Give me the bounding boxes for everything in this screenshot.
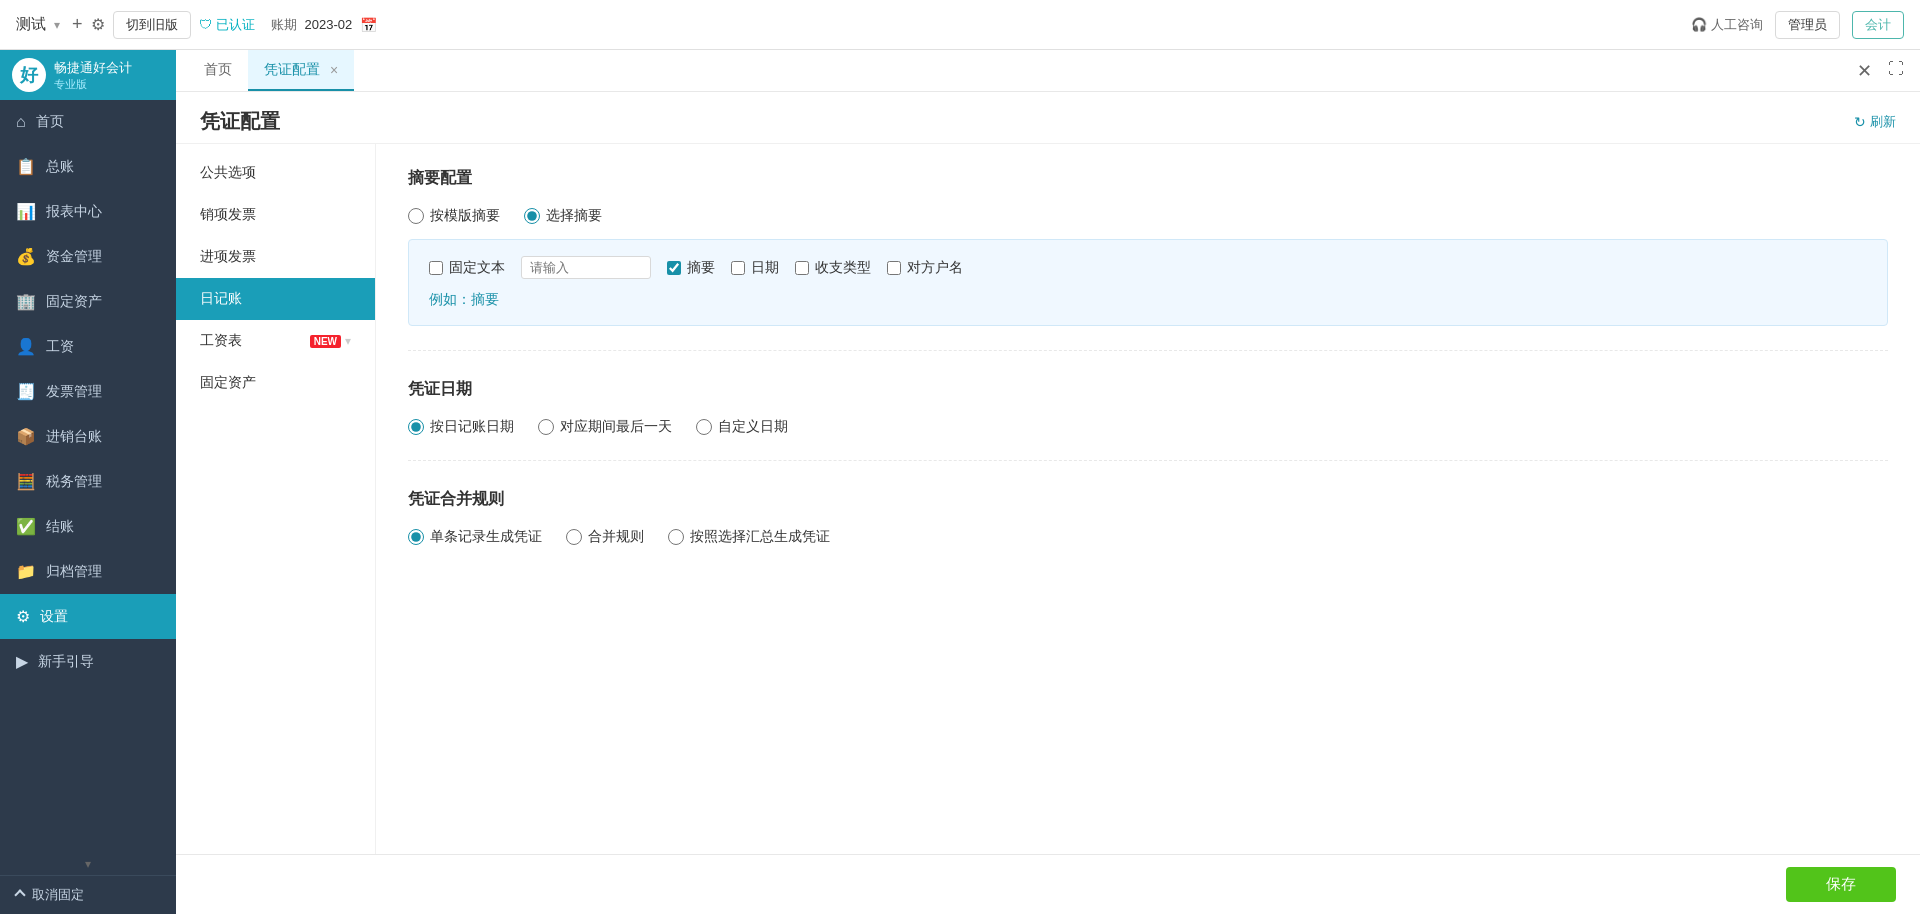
left-nav-sales-invoice[interactable]: 销项发票 [176,194,375,236]
sidebar-label: 设置 [40,608,68,626]
assets-icon: 🏢 [16,292,36,311]
consult-btn[interactable]: 🎧 人工咨询 [1691,16,1763,34]
add-icon[interactable]: + [72,14,83,35]
expand-icon[interactable]: ⛶ [1884,56,1908,86]
radio-template-summary[interactable]: 按模版摘要 [408,207,500,225]
save-button[interactable]: 保存 [1786,867,1896,902]
sidebar-item-assets[interactable]: 🏢 固定资产 [0,279,176,324]
certified-badge: 🛡 已认证 [199,16,255,34]
refresh-btn[interactable]: ↻ 刷新 [1854,113,1896,131]
summary-title: 摘要配置 [408,168,1888,189]
cancel-fixed-btn[interactable]: 取消固定 [0,875,176,914]
checkbox-fixed-text[interactable]: 固定文本 [429,259,505,277]
sidebar-item-settle[interactable]: ✅ 结账 [0,504,176,549]
tax-icon: 🧮 [16,472,36,491]
sidebar-label: 报表中心 [46,203,102,221]
radio-merge-rule[interactable]: 合并规则 [566,528,644,546]
tab-close-icon[interactable]: × [330,62,338,78]
sidebar-label: 税务管理 [46,473,102,491]
sidebar-label: 固定资产 [46,293,102,311]
sidebar-label: 结账 [46,518,74,536]
new-badge: NEW [310,335,341,348]
example-text: 例如：摘要 [429,291,1867,309]
radio-journal-date[interactable]: 按日记账日期 [408,418,514,436]
sidebar-item-tax[interactable]: 🧮 税务管理 [0,459,176,504]
invoice-icon: 🧾 [16,382,36,401]
sidebar-item-capital[interactable]: 💰 资金管理 [0,234,176,279]
capital-icon: 💰 [16,247,36,266]
tab-bar: 首页 凭证配置 × ✕ ⛶ [176,50,1920,92]
dropdown-icon[interactable]: ▾ [54,18,60,32]
sidebar-label: 总账 [46,158,74,176]
left-nav: 公共选项 销项发票 进项发票 日记账 工资表 NEW ▾ [176,144,376,854]
checkbox-counterpart[interactable]: 对方户名 [887,259,963,277]
radio-custom-date[interactable]: 自定义日期 [696,418,788,436]
page-header: 凭证配置 ↻ 刷新 [176,92,1920,144]
sidebar-item-archive[interactable]: 📁 归档管理 [0,549,176,594]
radio-period-last-day[interactable]: 对应期间最后一天 [538,418,672,436]
cancel-fixed-label: 取消固定 [32,886,84,904]
fixed-text-input[interactable] [521,256,651,279]
ledger-icon: 📋 [16,157,36,176]
switch-old-btn[interactable]: 切到旧版 [113,11,191,39]
sidebar-item-reports[interactable]: 📊 报表中心 [0,189,176,234]
left-nav-payroll[interactable]: 工资表 NEW ▾ [176,320,375,362]
tab-home[interactable]: 首页 [188,50,248,91]
settle-icon: ✅ [16,517,36,536]
sidebar-label: 资金管理 [46,248,102,266]
config-area: 摘要配置 按模版摘要 选择摘要 [376,144,1920,854]
sidebar-label: 进销台账 [46,428,102,446]
period-label: 账期 [271,16,297,34]
left-nav-fixed-assets[interactable]: 固定资产 [176,362,375,404]
checkbox-date[interactable]: 日期 [731,259,779,277]
page-footer: 保存 [176,854,1920,914]
sidebar-item-invoice[interactable]: 🧾 发票管理 [0,369,176,414]
calendar-icon[interactable]: 📅 [360,17,377,33]
checkbox-summary[interactable]: 摘要 [667,259,715,277]
logo-text: 畅捷通好会计 [54,59,132,77]
refresh-icon: ↻ [1854,114,1866,130]
sidebar-logo: 好 畅捷通好会计 专业版 [0,50,176,100]
archive-icon: 📁 [16,562,36,581]
radio-single-record[interactable]: 单条记录生成凭证 [408,528,542,546]
left-nav-public[interactable]: 公共选项 [176,152,375,194]
left-nav-purchase-invoice[interactable]: 进项发票 [176,236,375,278]
merge-title: 凭证合并规则 [408,489,1888,510]
period-value[interactable]: 2023-02 [305,17,353,32]
checkbox-income-type[interactable]: 收支类型 [795,259,871,277]
sidebar-item-ledger[interactable]: 📋 总账 [0,144,176,189]
settings-sidebar-icon: ⚙ [16,607,30,626]
left-nav-journal[interactable]: 日记账 [176,278,375,320]
page-title: 凭证配置 [200,108,280,135]
guide-icon: ▶ [16,652,28,671]
accountant-btn[interactable]: 会计 [1852,11,1904,39]
sidebar-label: 首页 [36,113,64,131]
merge-section: 凭证合并规则 单条记录生成凭证 合并规则 按照选择汇总生成凭证 [408,489,1888,570]
company-name: 测试 [16,15,46,34]
sidebar-item-salary[interactable]: 👤 工资 [0,324,176,369]
sidebar-label: 归档管理 [46,563,102,581]
salary-icon: 👤 [16,337,36,356]
admin-btn[interactable]: 管理员 [1775,11,1840,39]
home-icon: ⌂ [16,113,26,131]
summary-section: 摘要配置 按模版摘要 选择摘要 [408,168,1888,351]
date-title: 凭证日期 [408,379,1888,400]
logo-sub: 专业版 [54,77,132,92]
sidebar-item-sales[interactable]: 📦 进销台账 [0,414,176,459]
sidebar-item-home[interactable]: ⌂ 首页 [0,100,176,144]
sidebar-item-settings[interactable]: ⚙ 设置 [0,594,176,639]
sales-icon: 📦 [16,427,36,446]
radio-select-summary-merge[interactable]: 按照选择汇总生成凭证 [668,528,830,546]
summary-config-box: 固定文本 摘要 日期 [408,239,1888,326]
reports-icon: 📊 [16,202,36,221]
radio-select-summary[interactable]: 选择摘要 [524,207,602,225]
sidebar-label: 新手引导 [38,653,94,671]
settings-icon[interactable]: ⚙ [91,15,105,34]
sidebar-item-guide[interactable]: ▶ 新手引导 [0,639,176,684]
date-section: 凭证日期 按日记账日期 对应期间最后一天 自定义日期 [408,379,1888,461]
close-window-icon[interactable]: ✕ [1853,56,1876,86]
sidebar-label: 工资 [46,338,74,356]
tab-voucher-config[interactable]: 凭证配置 × [248,50,354,91]
sidebar-label: 发票管理 [46,383,102,401]
